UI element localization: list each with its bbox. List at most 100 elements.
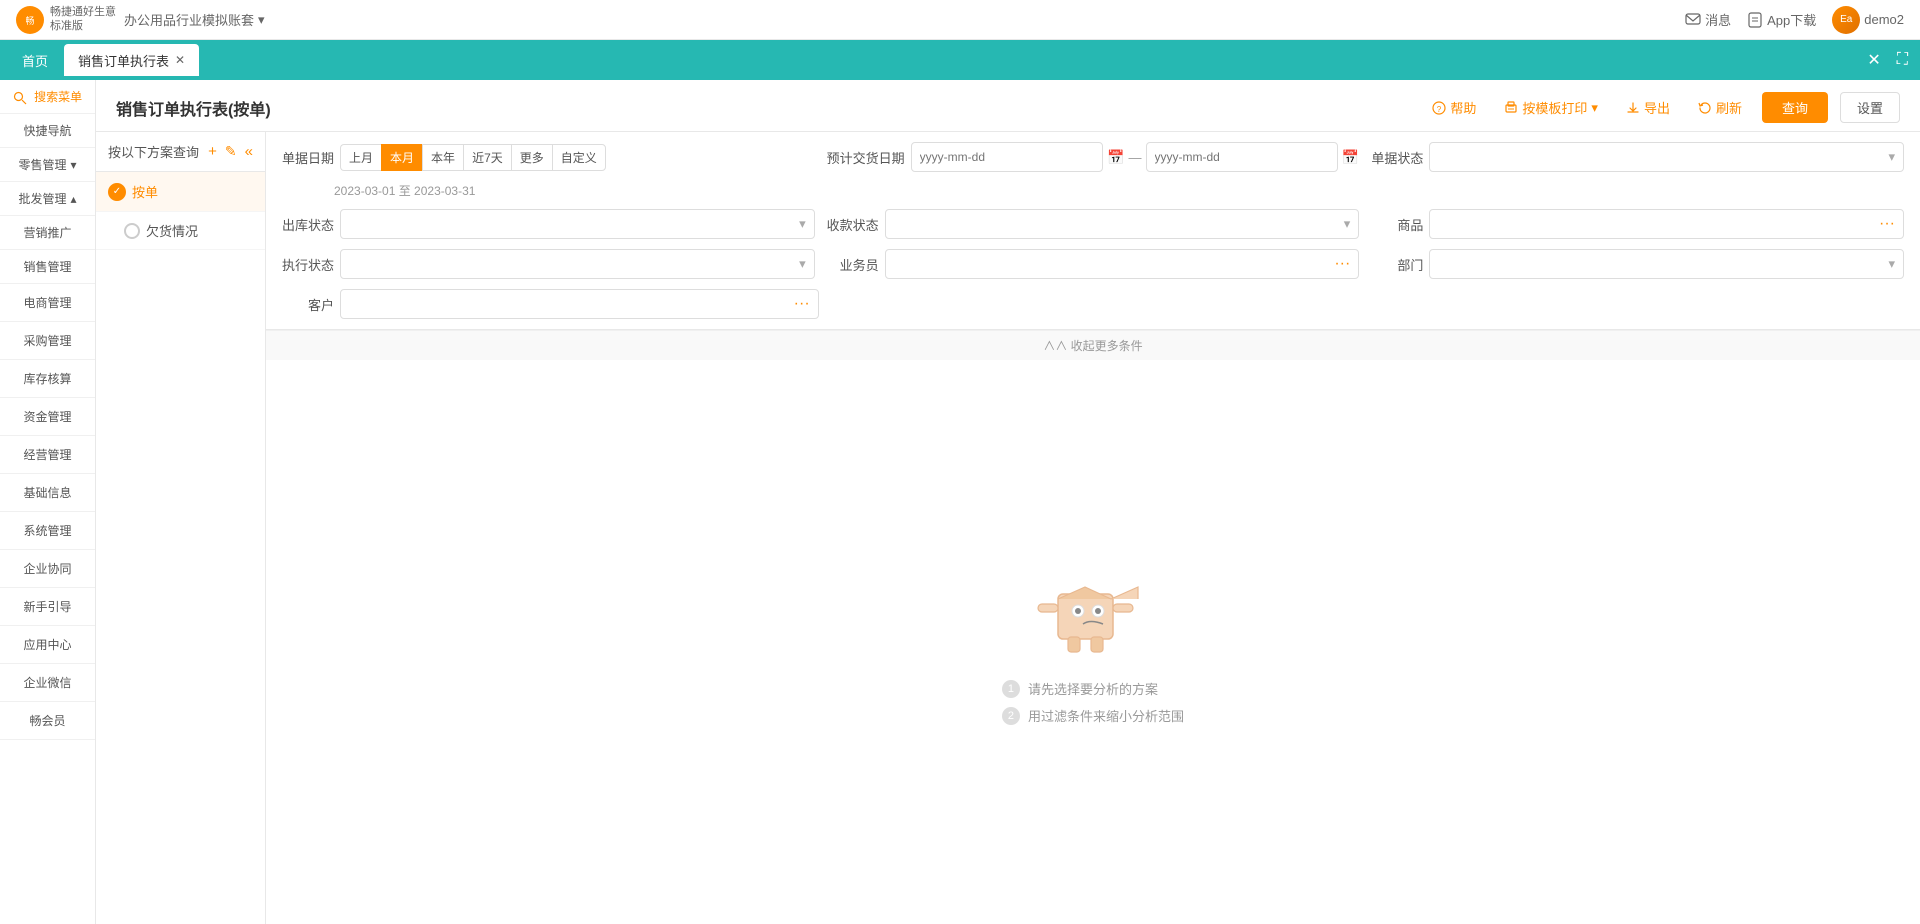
empty-illustration xyxy=(1033,559,1153,659)
sidebar-item-appcenter[interactable]: 应用中心 xyxy=(0,626,95,664)
empty-state: 1 请先选择要分析的方案 2 用过滤条件来缩小分析范围 xyxy=(266,360,1920,924)
sidebar-quick-nav[interactable]: 快捷导航 xyxy=(0,114,95,148)
out-status-select[interactable]: ▾ xyxy=(340,209,815,239)
sidebar-item-sales[interactable]: 销售管理 xyxy=(0,250,95,284)
sidebar-item-marketing[interactable]: 营销推广 xyxy=(0,216,95,250)
date-tabs: 上月 本月 本年 近7天 更多 自定义 xyxy=(340,144,606,171)
tab-home[interactable]: 首页 xyxy=(8,44,62,76)
content-area: 销售订单执行表(按单) ? 帮助 按模板打印 ▾ xyxy=(96,80,1920,924)
filter-area: 单据日期 上月 本月 本年 近7天 更多 自定义 xyxy=(266,132,1920,330)
sidebar-item-inventory[interactable]: 库存核算 xyxy=(0,360,95,398)
schema-item-by-order[interactable]: ✓ 按单 xyxy=(96,172,265,212)
template-print-btn[interactable]: 按模板打印 ▾ xyxy=(1496,94,1606,121)
date-tab-last-month[interactable]: 上月 xyxy=(340,144,381,171)
schema-item-circle-main: ✓ xyxy=(108,183,126,201)
filter-status-field: 单据状态 ▾ xyxy=(1371,142,1904,172)
expected-date-range: 📅 — 📅 xyxy=(911,142,1360,172)
schema-edit-icon[interactable]: ✎ xyxy=(225,143,237,160)
goods-more-icon[interactable]: ··· xyxy=(1879,215,1895,233)
sidebar-item-basic[interactable]: 基础信息 xyxy=(0,474,95,512)
tab-fullscreen-icon[interactable]: ⛶ xyxy=(1893,47,1912,73)
dept-select[interactable]: ▾ xyxy=(1429,249,1904,279)
collapse-icon: ∧∧ xyxy=(1043,339,1070,353)
sidebar-search[interactable]: 搜索菜单 xyxy=(0,80,95,114)
refresh-btn[interactable]: 刷新 xyxy=(1690,94,1750,121)
receipt-status-label: 收款状态 xyxy=(827,215,879,234)
salesman-more-icon[interactable]: ··· xyxy=(1334,255,1350,273)
receipt-status-select[interactable]: ▾ xyxy=(885,209,1360,239)
sidebar-item-wholesale[interactable]: 批发管理 ▴ xyxy=(0,182,95,216)
filter-row-3: 执行状态 ▾ 业务员 ··· xyxy=(282,249,1904,279)
query-btn[interactable]: 查询 xyxy=(1762,92,1828,123)
avatar: Ea xyxy=(1832,6,1860,34)
sidebar-item-member[interactable]: 畅会员 xyxy=(0,702,95,740)
tab-bar: 首页 销售订单执行表 ✕ ✕ ⛶ xyxy=(0,40,1920,80)
date-range-text: 2023-03-01 至 2023-03-31 xyxy=(282,182,1904,199)
filter-row-2: 出库状态 ▾ 收款状态 ▾ xyxy=(282,209,1904,239)
page-actions: ? 帮助 按模板打印 ▾ 导出 xyxy=(1424,92,1900,123)
sidebar-item-purchase[interactable]: 采购管理 xyxy=(0,322,95,360)
company-selector[interactable]: 办公用品行业模拟账套 ▾ xyxy=(124,10,265,29)
date-tab-this-month[interactable]: 本月 xyxy=(381,144,422,171)
header-left: 畅 畅捷通好生意 标准版 办公用品行业模拟账套 ▾ xyxy=(16,6,265,34)
exec-status-dropdown-icon: ▾ xyxy=(799,256,806,272)
export-btn[interactable]: 导出 xyxy=(1618,94,1678,121)
page-title: 销售订单执行表(按单) xyxy=(116,96,271,120)
sidebar-item-finance[interactable]: 资金管理 xyxy=(0,398,95,436)
expected-date-to[interactable] xyxy=(1146,142,1338,172)
schema-header-icons: + ✎ « xyxy=(208,143,253,160)
help-btn[interactable]: ? 帮助 xyxy=(1424,94,1484,121)
sidebar-item-collab[interactable]: 企业协同 xyxy=(0,550,95,588)
sidebar-item-retail[interactable]: 零售管理 ▾ xyxy=(0,148,95,182)
retail-expand-icon: ▾ xyxy=(70,158,76,172)
empty-hint-2: 2 用过滤条件来缩小分析范围 xyxy=(1002,706,1184,725)
tab-close-all-icon[interactable]: ✕ xyxy=(1863,46,1884,74)
exec-status-select[interactable]: ▾ xyxy=(340,249,815,279)
exec-status-label: 执行状态 xyxy=(282,255,334,274)
sidebar-item-operation[interactable]: 经营管理 xyxy=(0,436,95,474)
filter-salesman-field: 业务员 ··· xyxy=(827,249,1360,279)
customer-more-icon[interactable]: ··· xyxy=(794,295,810,313)
filter-row-4: 客户 ··· xyxy=(282,289,1904,319)
wholesale-expand-icon: ▴ xyxy=(70,192,76,206)
schema-collapse-icon[interactable]: « xyxy=(245,143,253,160)
sidebar-item-ecommerce[interactable]: 电商管理 xyxy=(0,284,95,322)
dept-label: 部门 xyxy=(1371,255,1423,274)
sidebar-item-guide[interactable]: 新手引导 xyxy=(0,588,95,626)
message-btn[interactable]: 消息 xyxy=(1685,10,1731,29)
filter-goods-field: 商品 ··· xyxy=(1371,209,1904,239)
out-status-dropdown-icon: ▾ xyxy=(799,216,806,232)
main-layout: 搜索菜单 快捷导航 零售管理 ▾ 批发管理 ▴ 营销推广 销售管理 电商管理 采 xyxy=(0,80,1920,924)
status-dropdown-icon: ▾ xyxy=(1888,149,1895,165)
user-menu[interactable]: Ea demo2 xyxy=(1832,6,1904,34)
date-tab-7days[interactable]: 近7天 xyxy=(463,144,511,171)
status-select[interactable]: ▾ xyxy=(1429,142,1904,172)
filter-receipt-status-field: 收款状态 ▾ xyxy=(827,209,1360,239)
tab-sales-order[interactable]: 销售订单执行表 ✕ xyxy=(64,44,199,76)
date-tab-this-year[interactable]: 本年 xyxy=(422,144,463,171)
sidebar-section-retail: 零售管理 ▾ xyxy=(0,148,95,182)
date-tab-custom[interactable]: 自定义 xyxy=(552,144,606,171)
schema-header: 按以下方案查询 + ✎ « xyxy=(96,132,265,172)
filter-exec-status-field: 执行状态 ▾ xyxy=(282,249,815,279)
schema-add-icon[interactable]: + xyxy=(208,143,217,160)
goods-label: 商品 xyxy=(1371,215,1423,234)
expected-date-from[interactable] xyxy=(911,142,1103,172)
filter-row-1: 单据日期 上月 本月 本年 近7天 更多 自定义 xyxy=(282,142,1904,172)
app-download-btn[interactable]: App下载 xyxy=(1747,10,1816,29)
filter-expected-date-field: 预计交货日期 📅 — 📅 xyxy=(827,142,1360,172)
empty-hint-1: 1 请先选择要分析的方案 xyxy=(1002,679,1184,698)
customer-label: 客户 xyxy=(282,295,334,314)
tab-close-icon[interactable]: ✕ xyxy=(175,53,185,67)
top-header: 畅 畅捷通好生意 标准版 办公用品行业模拟账套 ▾ 消息 xyxy=(0,0,1920,40)
date-tab-more[interactable]: 更多 xyxy=(511,144,552,171)
hint-number-2: 2 xyxy=(1002,707,1020,725)
collapse-bar[interactable]: ∧∧ 收起更多条件 xyxy=(266,330,1920,360)
settings-btn[interactable]: 设置 xyxy=(1840,92,1900,123)
filter-dept-field: 部门 ▾ xyxy=(1371,249,1904,279)
schema-item-backorder[interactable]: 欠货情况 xyxy=(96,212,265,250)
filter-date-field: 单据日期 上月 本月 本年 近7天 更多 自定义 xyxy=(282,142,815,172)
sidebar-item-wechat[interactable]: 企业微信 xyxy=(0,664,95,702)
sidebar-item-system[interactable]: 系统管理 xyxy=(0,512,95,550)
date-label: 单据日期 xyxy=(282,148,334,167)
